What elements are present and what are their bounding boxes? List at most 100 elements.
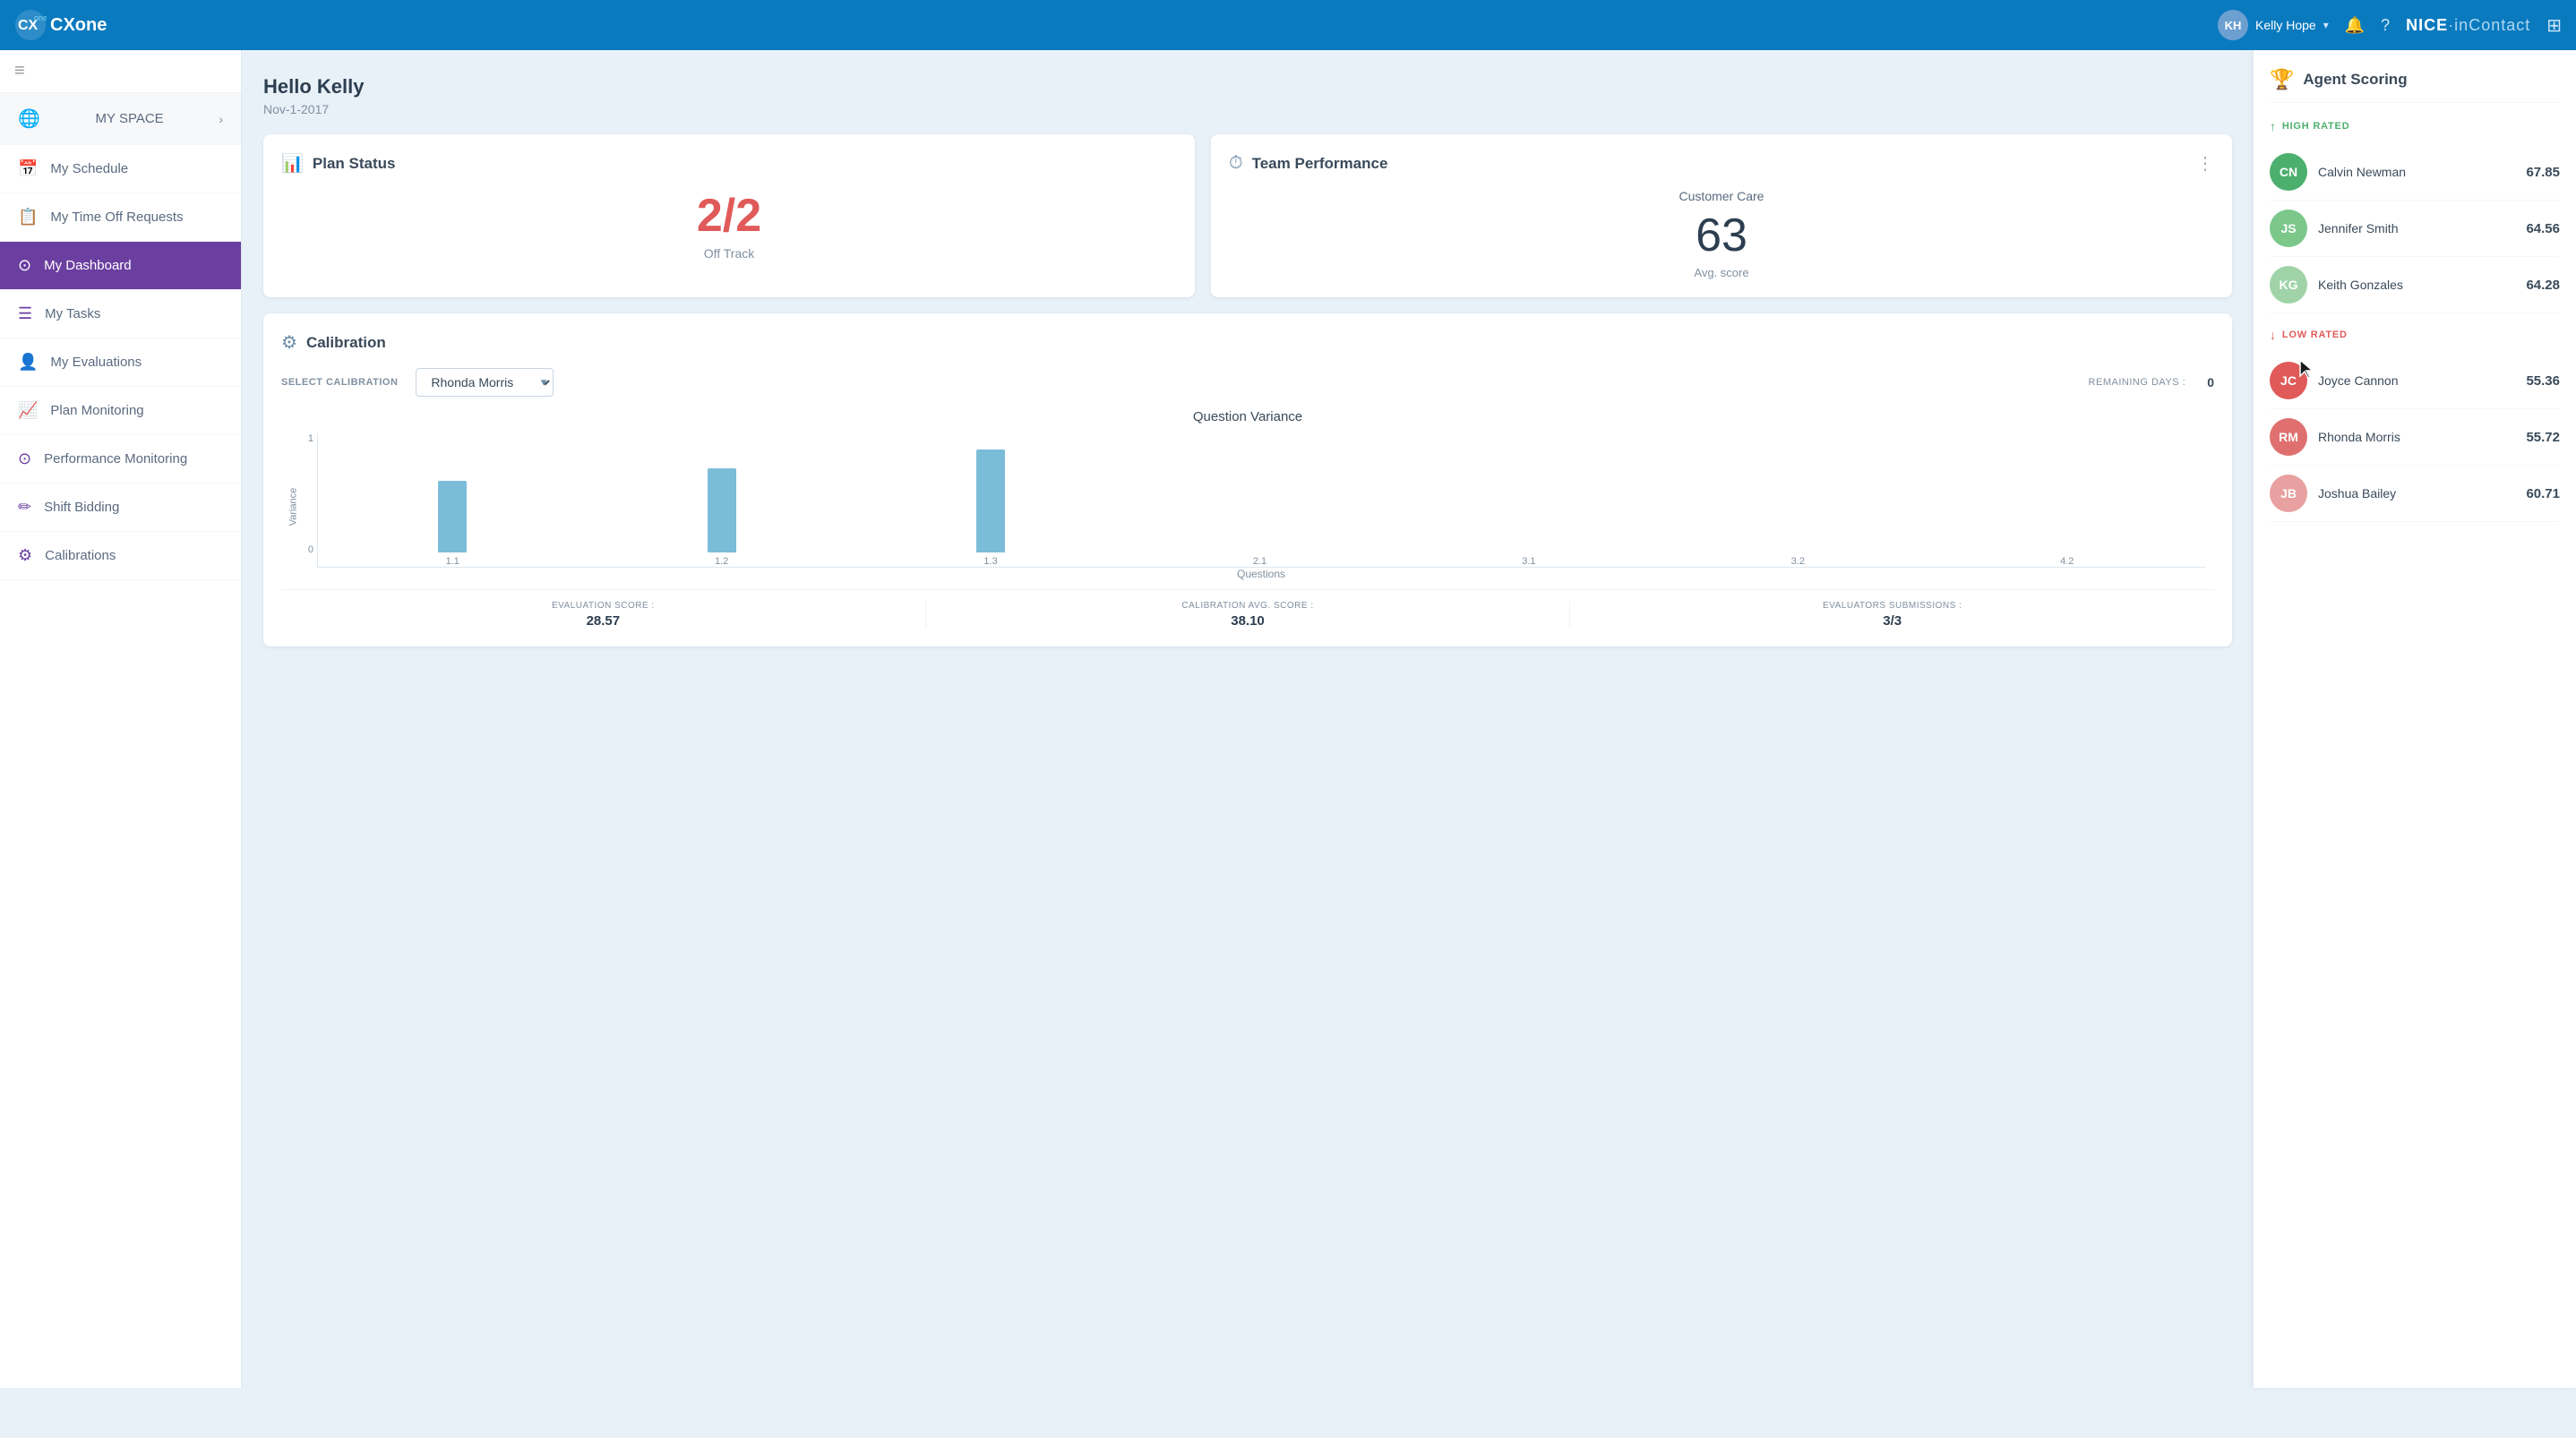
calibration-title: Calibration — [306, 334, 386, 352]
joyce-avatar-wrapper: JC — [2270, 362, 2307, 399]
sidebar-item-my-tasks[interactable]: ☰ My Tasks — [0, 290, 241, 338]
svg-text:one: one — [34, 13, 47, 22]
agent-score-calvin: 67.85 — [2526, 165, 2560, 180]
team-performance-menu-icon[interactable]: ⋮ — [2196, 152, 2214, 175]
agent-name-joyce: Joyce Cannon — [2318, 373, 2515, 388]
sidebar-item-label: My Dashboard — [44, 258, 132, 273]
high-rated-label: HIGH RATED — [2282, 121, 2350, 132]
bar-label-1-2: 1.2 — [715, 556, 728, 567]
agent-avatar-jb: JB — [2270, 475, 2307, 512]
agent-score-jennifer: 64.56 — [2526, 221, 2560, 236]
agent-avatar-kg: KG — [2270, 266, 2307, 304]
logo-text: CXone — [50, 15, 107, 36]
sidebar-item-my-time-off[interactable]: 📋 My Time Off Requests — [0, 193, 241, 242]
main-content: Hello Kelly Nov-1-2017 📊 Plan Status 2/2… — [242, 50, 2254, 1388]
dashboard-icon: ⊙ — [18, 256, 31, 275]
agent-row-calvin: CN Calvin Newman 67.85 — [2270, 144, 2560, 201]
my-space-icon: 🌐 — [18, 107, 40, 130]
calibration-select[interactable]: Rhonda Morris — [416, 368, 554, 397]
help-icon[interactable]: ? — [2381, 16, 2390, 35]
y-axis-title: Variance — [288, 488, 298, 526]
agent-row-joshua: JB Joshua Bailey 60.71 — [2270, 466, 2560, 522]
top-cards-row: 📊 Plan Status 2/2 Off Track ⏱ Team Perfo… — [263, 134, 2232, 297]
sidebar-item-shift-bidding[interactable]: ✏ Shift Bidding — [0, 484, 241, 532]
bar-label-4-2: 4.2 — [2060, 556, 2074, 567]
team-performance-card: ⏱ Team Performance ⋮ Customer Care 63 Av… — [1211, 134, 2232, 297]
agent-row-jennifer: JS Jennifer Smith 64.56 — [2270, 201, 2560, 257]
sidebar-item-label: My Evaluations — [50, 355, 142, 370]
bar-group-3-2: 3.2 — [1669, 552, 1927, 567]
agent-row-rhonda: RM Rhonda Morris 55.72 — [2270, 409, 2560, 466]
remaining-days-label: REMAINING DAYS : — [2089, 377, 2186, 388]
shift-bidding-icon: ✏ — [18, 498, 31, 517]
agent-name-rhonda: Rhonda Morris — [2318, 430, 2515, 444]
nice-sub: ·inContact — [2448, 16, 2530, 34]
calibration-card: ⚙ Calibration SELECT CALIBRATION Rhonda … — [263, 313, 2232, 646]
sidebar-item-label: Plan Monitoring — [50, 403, 143, 418]
calib-avg-val: 38.10 — [935, 613, 1561, 629]
bar-group-1-3: 1.3 — [862, 449, 1120, 567]
sidebar-item-label: Performance Monitoring — [44, 451, 187, 466]
sidebar-item-calibrations[interactable]: ⚙ Calibrations — [0, 532, 241, 580]
agent-name-joshua: Joshua Bailey — [2318, 486, 2515, 501]
sidebar-item-label: My Time Off Requests — [50, 210, 183, 225]
agent-avatar-js: JS — [2270, 210, 2307, 247]
main-layout: ≡ 🌐 MY SPACE › 📅 My Schedule 📋 My Time O… — [0, 50, 2576, 1388]
header-right: KH Kelly Hope ▾ 🔔 ? NICE·inContact ⊞ — [2218, 10, 2562, 40]
bell-icon[interactable]: 🔔 — [2345, 16, 2365, 35]
plan-status-score: 2/2 — [281, 189, 1177, 243]
down-arrow-icon: ↓ — [2270, 328, 2277, 342]
bar-label-1-1: 1.1 — [446, 556, 459, 567]
calibration-card-header: ⚙ Calibration — [281, 331, 2214, 354]
sidebar-collapse-button[interactable]: ≡ — [0, 50, 241, 93]
card-header: ⏱ Team Performance ⋮ — [1229, 152, 2214, 175]
sidebar-item-my-space[interactable]: 🌐 MY SPACE › — [0, 93, 241, 145]
apps-grid-icon[interactable]: ⊞ — [2546, 14, 2562, 37]
calibration-icon: ⚙ — [281, 331, 297, 354]
chevron-down-icon[interactable]: ▾ — [2323, 19, 2329, 31]
agent-row-keith: KG Keith Gonzales 64.28 — [2270, 257, 2560, 313]
arrow-right-icon: › — [219, 112, 223, 126]
sidebar-item-plan-monitoring[interactable]: 📈 Plan Monitoring — [0, 387, 241, 435]
bar-label-1-3: 1.3 — [983, 556, 997, 567]
schedule-icon: 📅 — [18, 159, 38, 178]
bar-label-2-1: 2.1 — [1253, 556, 1267, 567]
sidebar-item-label: Calibrations — [45, 548, 116, 563]
time-off-icon: 📋 — [18, 208, 38, 227]
sidebar-item-my-evaluations[interactable]: 👤 My Evaluations — [0, 338, 241, 387]
cx-one-logo-icon: CX one — [14, 9, 47, 41]
top-header: CX one CXone KH Kelly Hope ▾ 🔔 ? NICE·in… — [0, 0, 2576, 50]
evaluators-label: EVALUATORS SUBMISSIONS : — [1579, 601, 2205, 611]
sidebar-item-label: MY SPACE — [96, 111, 164, 126]
card-header: 📊 Plan Status — [281, 152, 1177, 175]
chart-title: Question Variance — [281, 409, 2214, 424]
bar-label-3-2: 3.2 — [1791, 556, 1805, 567]
agent-name-keith: Keith Gonzales — [2318, 278, 2515, 292]
y-label-max: 1 — [308, 433, 313, 444]
user-avatar: KH — [2218, 10, 2248, 40]
performance-icon: ⊙ — [18, 449, 31, 468]
x-axis-title: Questions — [317, 568, 2205, 580]
agent-scoring-panel: 🏆 Agent Scoring ↑ HIGH RATED CN Calvin N… — [2254, 50, 2576, 1388]
plan-status-label: Off Track — [281, 246, 1177, 261]
bar-group-4-2: 4.2 — [1938, 552, 2196, 567]
sidebar-item-my-schedule[interactable]: 📅 My Schedule — [0, 145, 241, 193]
eval-score-val: 28.57 — [290, 613, 916, 629]
sidebar-item-my-dashboard[interactable]: ⊙ My Dashboard — [0, 242, 241, 290]
agent-name-jennifer: Jennifer Smith — [2318, 221, 2515, 235]
calibrations-icon: ⚙ — [18, 546, 32, 565]
up-arrow-icon: ↑ — [2270, 119, 2277, 133]
team-score: 63 — [1229, 209, 2214, 262]
eval-score-stat: EVALUATION SCORE : 28.57 — [281, 601, 926, 629]
team-performance-icon: ⏱ — [1229, 153, 1243, 174]
user-menu[interactable]: KH Kelly Hope ▾ — [2218, 10, 2329, 40]
agent-row-joyce: JC Joyce Cannon 55.36 — [2270, 353, 2560, 409]
agent-scoring-header: 🏆 Agent Scoring — [2270, 68, 2560, 103]
agent-scoring-title: Agent Scoring — [2303, 71, 2407, 89]
tasks-icon: ☰ — [18, 304, 32, 323]
chart-container: 1 0 Variance 1.1 1.2 — [290, 433, 2205, 580]
calibration-select-wrapper[interactable]: Rhonda Morris — [416, 368, 554, 397]
sidebar-item-performance-monitoring[interactable]: ⊙ Performance Monitoring — [0, 435, 241, 484]
greeting-date: Nov-1-2017 — [263, 102, 2232, 116]
bar-1-3 — [976, 449, 1005, 552]
